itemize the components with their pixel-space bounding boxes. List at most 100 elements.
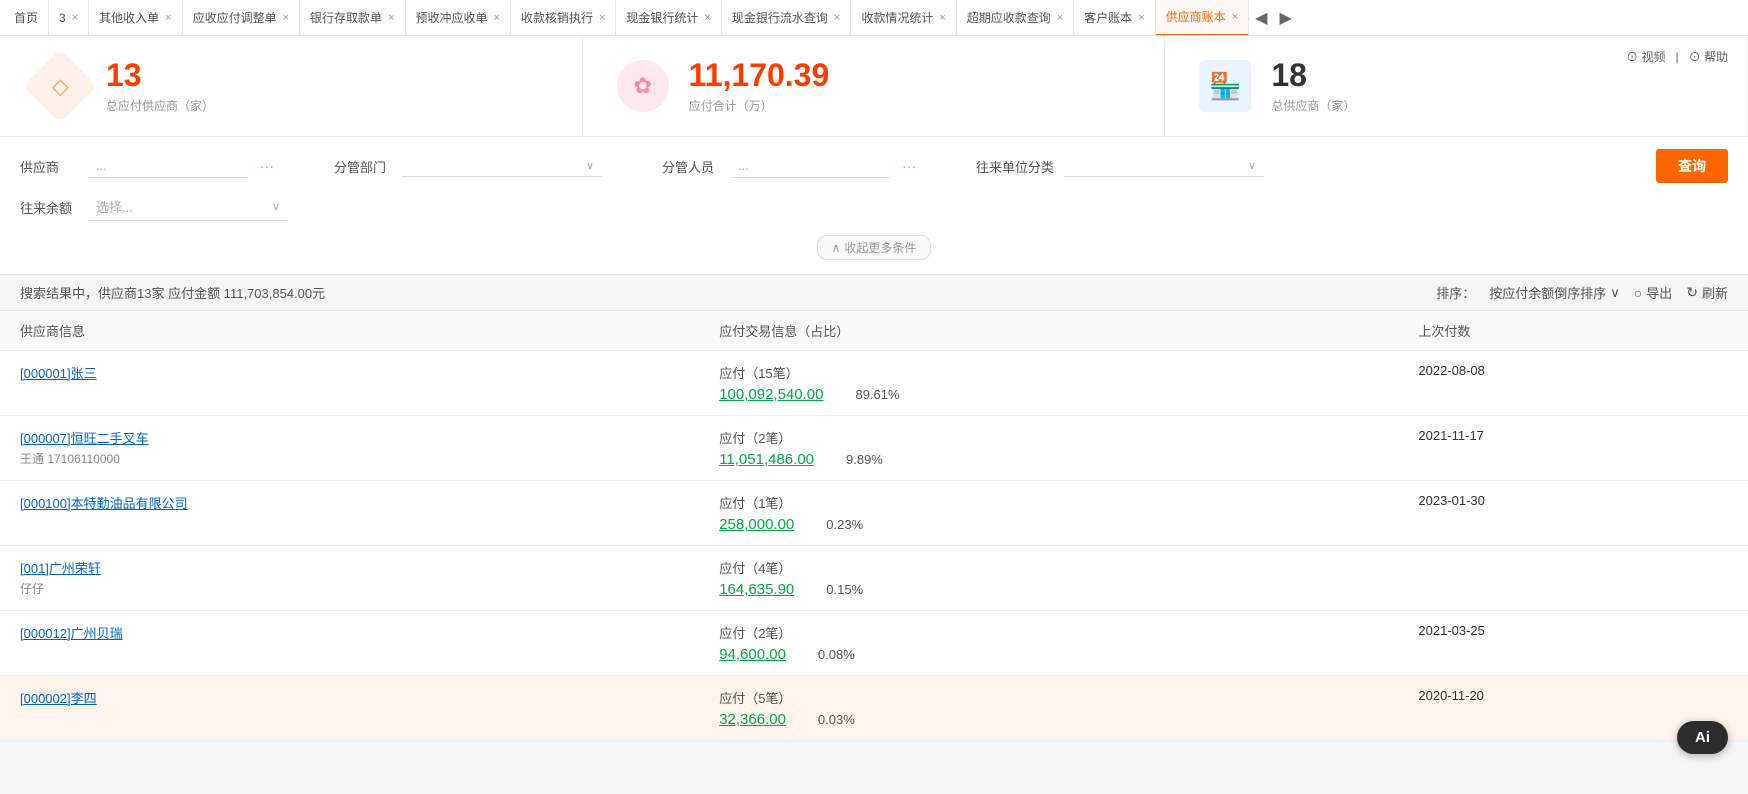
nav-tab-home[interactable]: 首页 [4, 0, 49, 36]
export-button[interactable]: ○ 导出 [1634, 283, 1672, 302]
card-total-suppliers-info: 18 总供应商（家） [1271, 58, 1355, 114]
tx-amount[interactable]: 258,000.00 [719, 516, 794, 533]
nav-tab-collection-stat-close[interactable]: × [939, 12, 945, 24]
category-select[interactable]: ∨ [1064, 155, 1264, 177]
balance-select[interactable]: 选择... ∨ [88, 193, 288, 221]
tx-amount[interactable]: 32,366.00 [719, 711, 786, 728]
tx-info-row: 应付（2笔） 94,600.00 0.08% [719, 623, 1378, 663]
nav-tab-cash-bank-stat-label: 现金银行统计 [626, 9, 698, 26]
nav-tab-customer-ledger[interactable]: 客户账本 × [1074, 0, 1155, 36]
nav-tab-ar-ap-adjust[interactable]: 应收应付调整单 × [183, 0, 300, 36]
card-payable-amount-info: 11,170.39 应付合计（万） [689, 58, 830, 114]
filter-person: 分管人员 ··· [662, 154, 916, 178]
nav-tab-customer-ledger-close[interactable]: × [1138, 12, 1144, 24]
total-suppliers-label: 总供应商（家） [1271, 97, 1355, 114]
th-last-payment: 上次付数 [1398, 311, 1748, 351]
tx-cell: 应付（4笔） 164,635.90 0.15% [699, 546, 1398, 611]
tx-amount[interactable]: 164,635.90 [719, 581, 794, 598]
help-link[interactable]: ⊙ 帮助 [1689, 48, 1728, 65]
nav-tab-collection-exec[interactable]: 收款核销执行 × [511, 0, 616, 36]
person-dots-icon[interactable]: ··· [902, 158, 916, 174]
tx-amount[interactable]: 100,092,540.00 [719, 386, 823, 403]
filter-balance: 往来余额 选择... ∨ [20, 193, 288, 221]
table-row: [001]广州荣轩 仔仔 应付（4笔） 164,635.90 0.15% [0, 546, 1748, 611]
nav-tab-3[interactable]: 3 × [49, 0, 89, 36]
filter-row-1: 供应商 ··· 分管部门 ∨ 分管人员 ··· 往来单位分类 ∨ 查询 [20, 149, 1728, 183]
nav-tab-prepay-ar[interactable]: 预收冲应收单 × [406, 0, 511, 36]
tx-info-row: 应付（1笔） 258,000.00 0.23% [719, 493, 1378, 533]
nav-tab-prepay-ar-label: 预收冲应收单 [416, 9, 488, 26]
ai-button-label: Ai [1695, 729, 1710, 746]
nav-tab-3-close[interactable]: × [72, 12, 78, 24]
balance-select-text: 选择... [96, 197, 272, 216]
nav-tab-supplier-ledger[interactable]: 供应商账本 × [1156, 0, 1249, 36]
supplier-cell: [000012]广州贝瑞 [0, 611, 699, 676]
nav-tab-collection-exec-close[interactable]: × [599, 12, 605, 24]
supplier-sub: 仔仔 [20, 580, 679, 597]
nav-tab-overdue-ar-close[interactable]: × [1057, 12, 1063, 24]
category-filter-label: 往来单位分类 [976, 157, 1056, 176]
dept-select[interactable]: ∨ [402, 155, 602, 177]
nav-tab-prepay-ar-close[interactable]: × [494, 12, 500, 24]
supplier-name-link[interactable]: [000002]李四 [20, 688, 679, 707]
nav-tab-other-income-close[interactable]: × [165, 12, 171, 24]
supplier-name-link[interactable]: [000012]广州贝瑞 [20, 623, 679, 642]
collapse-button[interactable]: ∧ 收起更多条件 [817, 235, 932, 260]
person-filter-label: 分管人员 [662, 157, 722, 176]
nav-tab-supplier-ledger-close[interactable]: × [1232, 11, 1238, 23]
nav-tab-other-income[interactable]: 其他收入单 × [89, 0, 182, 36]
nav-tab-overdue-ar-label: 超期应收款查询 [967, 9, 1051, 26]
balance-filter-label: 往来余额 [20, 198, 80, 217]
last-payment-cell [1398, 546, 1748, 611]
sort-value-text: 按应付余额倒序排序 [1489, 283, 1606, 302]
top-navigation: 首页 3 × 其他收入单 × 应收应付调整单 × 银行存取款单 × 预收冲应收单… [0, 0, 1748, 36]
nav-tab-overdue-ar[interactable]: 超期应收款查询 × [957, 0, 1074, 36]
refresh-button[interactable]: ↻ 刷新 [1686, 283, 1728, 302]
nav-tab-cash-bank-stat-close[interactable]: × [704, 12, 710, 24]
th-tx-info: 应付交易信息（占比） [699, 311, 1398, 351]
result-text: 搜索结果中，供应商13家 应付金额 111,703,854.00元 [20, 283, 325, 302]
nav-tab-bank-deposit[interactable]: 银行存取款单 × [300, 0, 405, 36]
nav-tab-cash-bank-flow[interactable]: 现金银行流水查询 × [722, 0, 851, 36]
last-payment-cell: 2023-01-30 [1398, 481, 1748, 546]
supplier-name-link[interactable]: [000100]本特勤油品有限公司 [20, 493, 679, 512]
nav-prev-arrow[interactable]: ◀ [1249, 0, 1273, 36]
nav-next-arrow[interactable]: ▶ [1273, 0, 1297, 36]
supplier-dots-icon[interactable]: ··· [260, 158, 274, 174]
last-payment-cell: 2022-08-08 [1398, 351, 1748, 416]
summary-card-payable-suppliers: ◇ 13 总应付供应商（家） [0, 36, 583, 136]
nav-tab-cash-bank-flow-close[interactable]: × [834, 12, 840, 24]
refresh-icon: ↻ [1686, 284, 1698, 301]
ai-button[interactable]: Ai [1677, 721, 1728, 754]
nav-tab-cash-bank-stat[interactable]: 现金银行统计 × [616, 0, 721, 36]
nav-tab-collection-stat[interactable]: 收款情况统计 × [851, 0, 956, 36]
supplier-name-link[interactable]: [000001]张三 [20, 363, 679, 382]
last-payment-cell: 2021-03-25 [1398, 611, 1748, 676]
tx-label: 应付（2笔） [719, 623, 1378, 642]
supplier-cell: [000100]本特勤油品有限公司 [0, 481, 699, 546]
tx-cell: 应付（15笔） 100,092,540.00 89.61% [699, 351, 1398, 416]
supplier-input[interactable] [88, 154, 248, 178]
tx-amount[interactable]: 94,600.00 [719, 646, 786, 663]
nav-tab-customer-ledger-label: 客户账本 [1084, 9, 1132, 26]
tx-label: 应付（5笔） [719, 688, 1378, 707]
table-area: 供应商信息 应付交易信息（占比） 上次付数 [000001]张三 应付（15笔）… [0, 311, 1748, 741]
sort-select[interactable]: 按应付余额倒序排序 ∨ [1489, 283, 1620, 302]
query-button[interactable]: 查询 [1656, 149, 1728, 183]
supplier-name-link[interactable]: [001]广州荣轩 [20, 558, 679, 577]
person-input[interactable] [730, 154, 890, 178]
export-icon: ○ [1634, 285, 1642, 301]
tx-percent: 0.15% [810, 582, 863, 597]
data-table: 供应商信息 应付交易信息（占比） 上次付数 [000001]张三 应付（15笔）… [0, 311, 1748, 741]
nav-tab-bank-deposit-close[interactable]: × [388, 12, 394, 24]
supplier-name-link[interactable]: [000007]恒旺二手叉车 [20, 428, 679, 447]
collapse-arrow-icon: ∧ [832, 241, 841, 255]
tx-info-row: 应付（2笔） 11,051,486.00 9.89% [719, 428, 1378, 468]
nav-tab-home-label: 首页 [14, 9, 38, 26]
video-link[interactable]: ⊙ 视频 [1626, 48, 1665, 65]
tx-amount[interactable]: 11,051,486.00 [719, 451, 814, 468]
grain-icon: ✿ [613, 56, 673, 116]
filter-dept: 分管部门 ∨ [334, 155, 602, 177]
nav-tab-ar-ap-adjust-close[interactable]: × [283, 12, 289, 24]
help-icon: ⊙ [1689, 50, 1701, 64]
